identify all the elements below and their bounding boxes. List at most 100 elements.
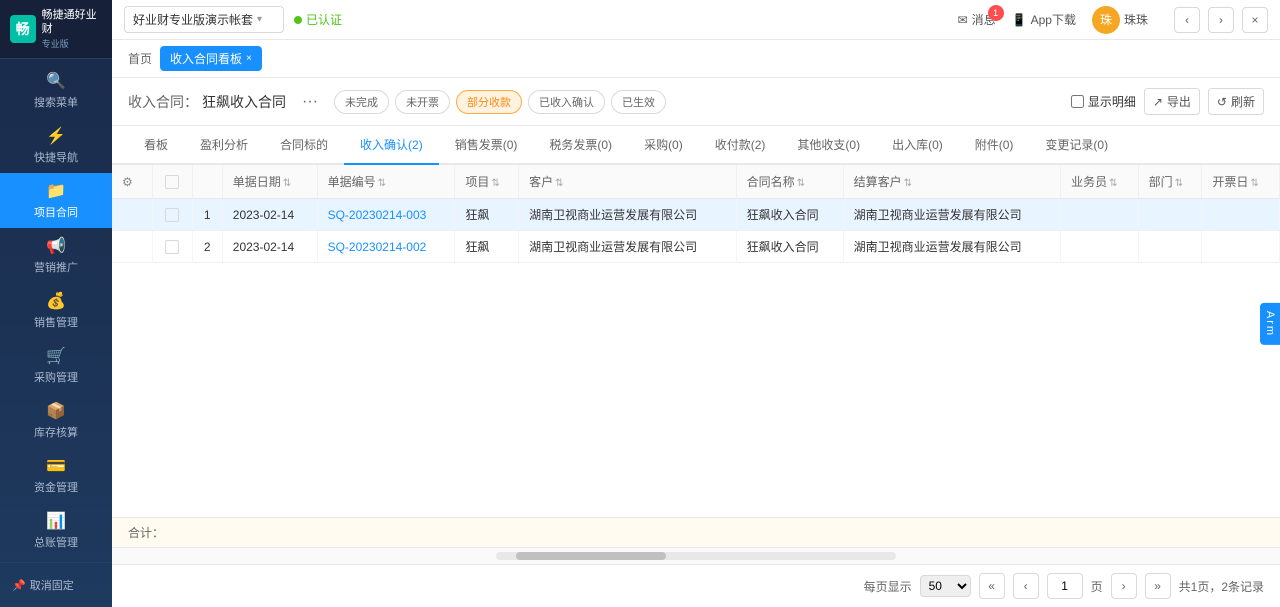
col-header-salesperson[interactable]: 业务员⇅ [1061, 165, 1139, 199]
tab-7[interactable]: 收付款(2) [699, 126, 782, 165]
sort-icon[interactable]: ⇅ [555, 178, 563, 189]
tab-1[interactable]: 盈利分析 [184, 126, 264, 165]
refresh-label: 刷新 [1231, 93, 1255, 110]
sidebar-item-fund[interactable]: 💳资金管理 [0, 448, 112, 503]
table-row[interactable]: 22023-02-14SQ-20230214-002狂飙湖南卫视商业运营发展有限… [112, 231, 1280, 263]
row-index: 1 [192, 199, 222, 231]
horizontal-scrollbar[interactable] [112, 547, 1280, 564]
last-page-button[interactable]: » [1145, 573, 1171, 599]
quick-nav-icon: ⚡ [46, 126, 66, 146]
table-row[interactable]: 12023-02-14SQ-20230214-003狂飙湖南卫视商业运营发展有限… [112, 199, 1280, 231]
tab-8[interactable]: 其他收支(0) [781, 126, 876, 165]
gear-icon[interactable]: ⚙ [122, 175, 133, 189]
tab-3[interactable]: 收入确认(2) [344, 126, 439, 165]
status-btn-3[interactable]: 已收入确认 [528, 90, 605, 114]
table-container[interactable]: ⚙ 单据日期⇅单据编号⇅项目⇅客户⇅合同名称⇅结算客户⇅业务员⇅部门⇅开票日⇅ 1… [112, 165, 1280, 517]
first-page-button[interactable]: « [979, 573, 1005, 599]
select-all-checkbox[interactable] [165, 175, 179, 189]
sort-icon[interactable]: ⇅ [797, 178, 805, 189]
col-header-customer[interactable]: 客户⇅ [519, 165, 736, 199]
sort-icon[interactable]: ⇅ [378, 178, 386, 189]
tab-10[interactable]: 附件(0) [959, 126, 1030, 165]
table-header: ⚙ 单据日期⇅单据编号⇅项目⇅客户⇅合同名称⇅结算客户⇅业务员⇅部门⇅开票日⇅ [112, 165, 1280, 199]
sort-icon[interactable]: ⇅ [904, 178, 912, 189]
next-page-button[interactable]: › [1111, 573, 1137, 599]
tab-9[interactable]: 出入库(0) [876, 126, 959, 165]
sort-icon[interactable]: ⇅ [1250, 178, 1258, 189]
col-header-invoice_date[interactable]: 开票日⇅ [1202, 165, 1280, 199]
prev-page-button[interactable]: ‹ [1013, 573, 1039, 599]
nav-prev-button[interactable]: ‹ [1174, 7, 1200, 33]
app-logo-icon: 畅 [10, 15, 36, 43]
col-header-date[interactable]: 单据日期⇅ [222, 165, 317, 199]
row-checkbox[interactable] [165, 240, 179, 254]
per-page-select[interactable]: 2050100 [920, 575, 971, 597]
scroll-thumb[interactable] [516, 552, 666, 560]
sidebar-item-quick-nav[interactable]: ⚡快捷导航 [0, 118, 112, 173]
home-breadcrumb[interactable]: 首页 [128, 50, 152, 67]
row-number[interactable]: SQ-20230214-003 [317, 199, 455, 231]
row-department [1138, 199, 1202, 231]
sidebar-item-invoice[interactable]: 🧾发票管理 [0, 558, 112, 562]
chevron-down-icon: ▾ [257, 14, 262, 25]
sort-icon[interactable]: ⇅ [283, 178, 291, 189]
tab-11[interactable]: 变更记录(0) [1029, 126, 1124, 165]
table-body: 12023-02-14SQ-20230214-003狂飙湖南卫视商业运营发展有限… [112, 199, 1280, 263]
row-checkbox-cell[interactable] [152, 231, 192, 263]
sidebar-item-search[interactable]: 🔍搜索菜单 [0, 63, 112, 118]
nav-label: 库存核算 [34, 424, 78, 440]
arm-float-button[interactable]: Arm [1260, 302, 1280, 344]
message-badge: 1 [988, 5, 1004, 21]
col-header-number[interactable]: 单据编号⇅ [317, 165, 455, 199]
export-button[interactable]: ↗ 导出 [1144, 88, 1200, 115]
row-checkbox[interactable] [165, 208, 179, 222]
current-tab-pill[interactable]: 收入合同看板 × [160, 46, 262, 71]
show-detail-checkbox[interactable]: 显示明细 [1071, 93, 1136, 110]
sidebar-item-project[interactable]: 📁项目合同 [0, 173, 112, 228]
refresh-button[interactable]: ↺ 刷新 [1208, 88, 1264, 115]
message-button[interactable]: ✉ 1 消息 [958, 11, 996, 28]
pin-toggle[interactable]: 📌 取消固定 [8, 571, 104, 599]
more-options-button[interactable]: ··· [296, 91, 324, 113]
row-checkbox-cell[interactable] [152, 199, 192, 231]
sidebar-item-sales[interactable]: 💰销售管理 [0, 283, 112, 338]
col-header-project[interactable]: 项目⇅ [455, 165, 519, 199]
sidebar-item-purchase[interactable]: 🛒采购管理 [0, 338, 112, 393]
status-btn-1[interactable]: 未开票 [395, 90, 450, 114]
sort-icon[interactable]: ⇅ [1109, 178, 1117, 189]
page-number-input[interactable] [1047, 573, 1083, 599]
verified-label: 已认证 [306, 11, 342, 28]
company-selector[interactable]: 好业财专业版演示帐套 ▾ [124, 6, 284, 33]
col-header-department[interactable]: 部门⇅ [1138, 165, 1202, 199]
tab-5[interactable]: 税务发票(0) [533, 126, 628, 165]
col-header-contract[interactable]: 合同名称⇅ [736, 165, 843, 199]
sidebar-item-general[interactable]: 📊总账管理 [0, 503, 112, 558]
sidebar-item-inventory[interactable]: 📦库存核算 [0, 393, 112, 448]
sort-icon[interactable]: ⇅ [1175, 178, 1183, 189]
nav-next-button[interactable]: › [1208, 7, 1234, 33]
tab-2[interactable]: 合同标的 [264, 126, 344, 165]
row-number[interactable]: SQ-20230214-002 [317, 231, 455, 263]
sort-icon[interactable]: ⇅ [491, 178, 499, 189]
row-number-link[interactable]: SQ-20230214-003 [328, 208, 427, 222]
page-header-actions: 显示明细 ↗ 导出 ↺ 刷新 [1071, 88, 1264, 115]
tab-0[interactable]: 看板 [128, 126, 184, 165]
app-download-button[interactable]: 📱 App下载 [1012, 11, 1076, 28]
col-header-settle_customer[interactable]: 结算客户⇅ [843, 165, 1060, 199]
status-btn-2[interactable]: 部分收款 [456, 90, 522, 114]
status-btn-4[interactable]: 已生效 [611, 90, 666, 114]
pin-icon: 📌 [12, 579, 26, 592]
page-header: 收入合同：狂飙收入合同 ··· 未完成未开票部分收款已收入确认已生效 显示明细 … [112, 78, 1280, 126]
col-header-index [192, 165, 222, 199]
status-btn-0[interactable]: 未完成 [334, 90, 389, 114]
sidebar-item-marketing[interactable]: 📢营销推广 [0, 228, 112, 283]
general-icon: 📊 [46, 511, 66, 531]
show-detail-check[interactable] [1071, 95, 1084, 108]
user-avatar-area[interactable]: 珠 珠珠 [1092, 6, 1148, 34]
row-number-link[interactable]: SQ-20230214-002 [328, 240, 427, 254]
tab-6[interactable]: 采购(0) [628, 126, 699, 165]
tab-pill-close-icon[interactable]: × [246, 53, 252, 64]
arm-label: Arm [1264, 310, 1276, 336]
tab-4[interactable]: 销售发票(0) [439, 126, 534, 165]
nav-close-button[interactable]: × [1242, 7, 1268, 33]
